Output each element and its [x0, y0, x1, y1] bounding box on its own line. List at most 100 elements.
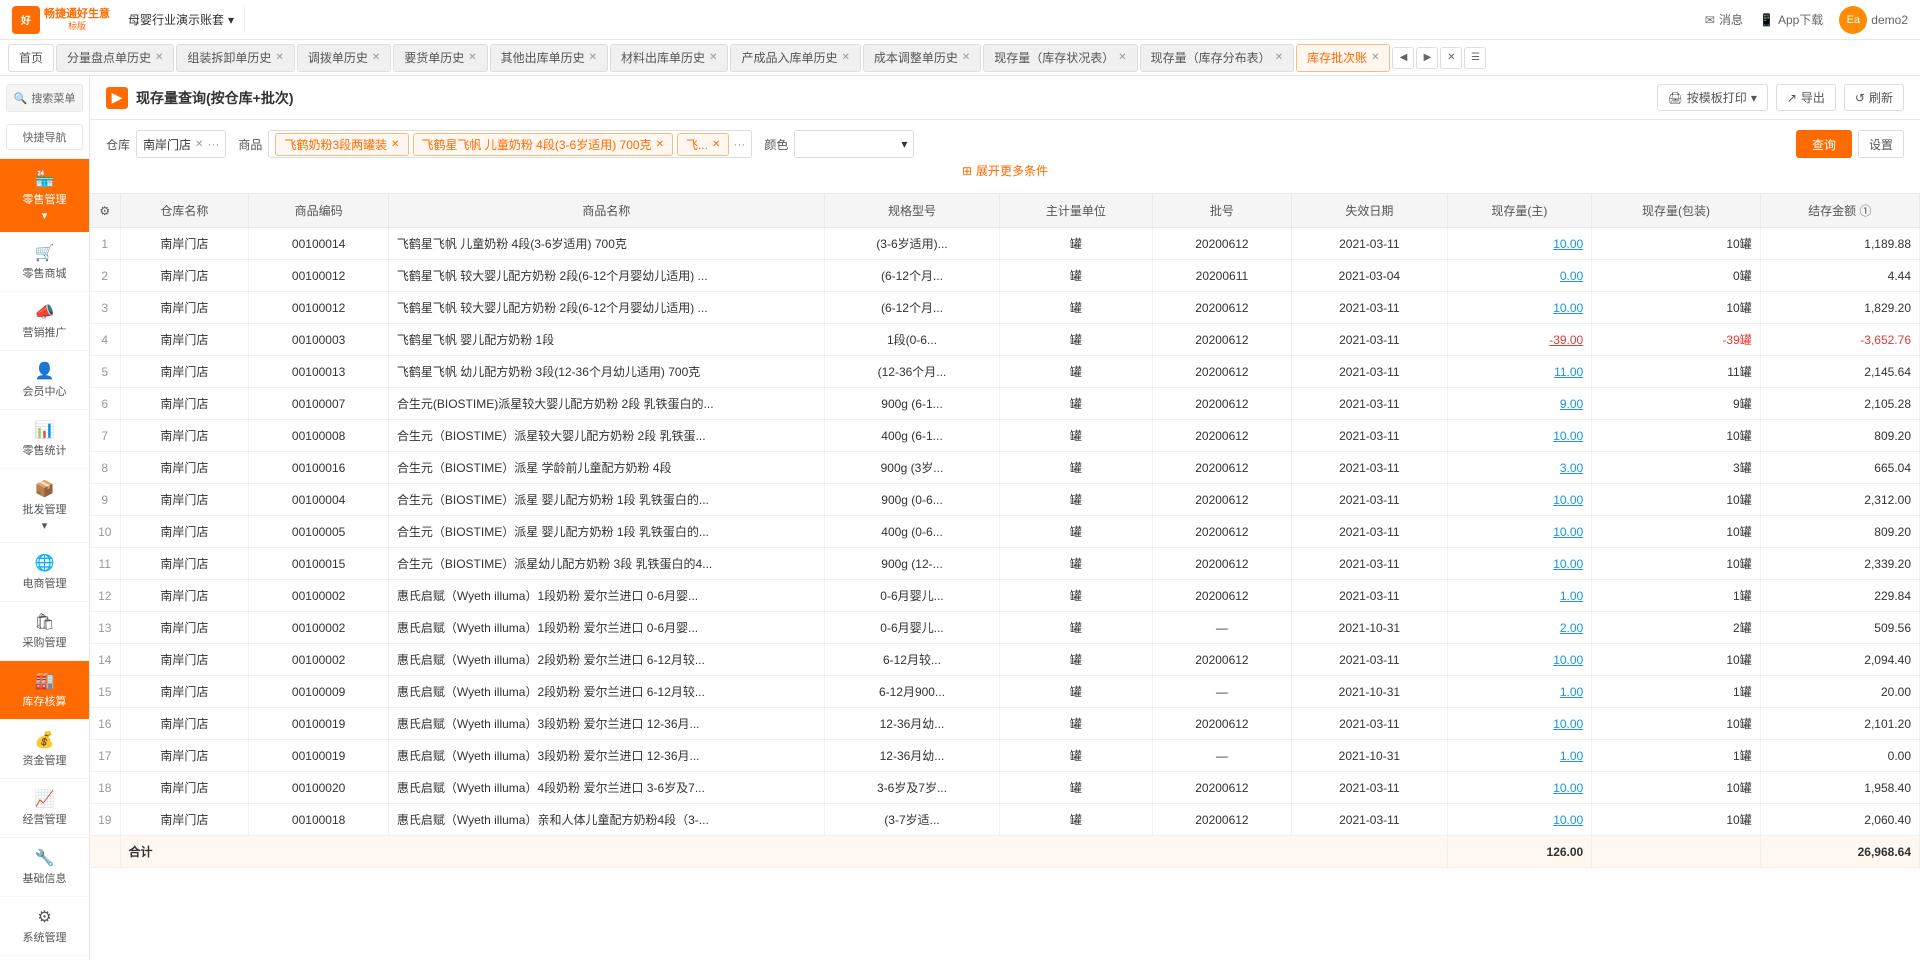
tab-menu-btn[interactable]: ☰ [1464, 47, 1486, 69]
row-qty-main[interactable]: 1.00 [1447, 580, 1592, 612]
close-icon[interactable]: ✕ [1371, 52, 1379, 63]
row-qty-main[interactable]: 0.00 [1447, 260, 1592, 292]
close-icon[interactable]: ✕ [468, 52, 476, 63]
row-qty-main[interactable]: 3.00 [1447, 452, 1592, 484]
row-qty-main[interactable]: 10.00 [1447, 548, 1592, 580]
warehouse-selector[interactable]: 南岸门店 ✕ ··· [136, 130, 226, 158]
tab-close-btn[interactable]: ✕ [1440, 47, 1462, 69]
qty-main-link[interactable]: 11.00 [1554, 365, 1583, 379]
tab-ku-cun-pi-ci[interactable]: 库存批次账 ✕ [1296, 44, 1390, 72]
sidebar-item-cai-gou[interactable]: 🛍 采购管理 [0, 602, 89, 661]
close-icon[interactable]: ✕ [962, 52, 970, 63]
row-qty-main[interactable]: 10.00 [1447, 484, 1592, 516]
app-download-btn[interactable]: 📱 App下载 [1759, 11, 1823, 28]
qty-main-link[interactable]: -39.00 [1549, 333, 1583, 347]
row-qty-main[interactable]: 1.00 [1447, 740, 1592, 772]
remove-tag-icon[interactable]: ✕ [656, 139, 664, 150]
qty-main-link[interactable]: 10.00 [1553, 525, 1583, 539]
product-tag-1[interactable]: 飞鹤奶粉3段两罐装 ✕ [275, 133, 408, 156]
tab-xian-cun-fen-bu[interactable]: 现存量（库存分布表） ✕ [1140, 44, 1294, 72]
product-tag-2[interactable]: 飞鹤星飞帆 儿童奶粉 4段(3-6岁适用) 700克 ✕ [413, 133, 673, 156]
tab-xian-cun-ku-zhuang[interactable]: 现存量（库存状况表） ✕ [983, 44, 1137, 72]
query-btn[interactable]: 查询 [1796, 130, 1852, 158]
sidebar-item-zi-jin[interactable]: 💰 资金管理 [0, 720, 89, 779]
color-selector[interactable]: ▾ [794, 130, 914, 158]
remove-tag-icon[interactable]: ✕ [712, 139, 720, 150]
remove-tag-icon[interactable]: ✕ [391, 139, 399, 150]
expand-sidebar-btn[interactable]: ▶ [106, 87, 128, 109]
close-icon[interactable]: ✕ [195, 139, 203, 150]
tab-next-btn[interactable]: ▶ [1416, 47, 1438, 69]
close-icon[interactable]: ✕ [155, 52, 163, 63]
sidebar-item-ling-shou-shang-cheng[interactable]: 🛒 零售商城 [0, 233, 89, 292]
row-qty-main[interactable]: 10.00 [1447, 772, 1592, 804]
close-icon[interactable]: ✕ [372, 52, 380, 63]
row-qty-main[interactable]: 10.00 [1447, 644, 1592, 676]
gear-icon[interactable]: ⚙ [99, 204, 110, 218]
sidebar-item-ling-shou-tong-ji[interactable]: 📊 零售统计 [0, 410, 89, 469]
close-icon[interactable]: ✕ [1118, 52, 1126, 63]
sidebar-item-pi-fa[interactable]: 📦 批发管理 ▾ [0, 469, 89, 543]
qty-main-link[interactable]: 10.00 [1553, 237, 1583, 251]
sidebar-item-jing-ying[interactable]: 📈 经营管理 [0, 779, 89, 838]
sidebar-item-ling-shou[interactable]: 🏪 零售管理 ▾ [0, 159, 89, 233]
qty-main-link[interactable]: 2.00 [1560, 621, 1583, 635]
tab-tiao-bo[interactable]: 调拨单历史 ✕ [297, 44, 391, 72]
sidebar-item-qi-ye-xie-tong[interactable]: 🤝 企业协同 [0, 956, 89, 960]
qty-main-link[interactable]: 10.00 [1553, 557, 1583, 571]
qty-main-link[interactable]: 1.00 [1560, 685, 1583, 699]
product-tag-3[interactable]: 飞... ✕ [677, 133, 729, 156]
qty-main-link[interactable]: 10.00 [1553, 493, 1583, 507]
tab-cheng-ben-tiao[interactable]: 成本调整单历史 ✕ [863, 44, 981, 72]
row-qty-main[interactable]: 10.00 [1447, 292, 1592, 324]
qty-main-link[interactable]: 10.00 [1553, 653, 1583, 667]
product-chips[interactable]: 飞鹤奶粉3段两罐装 ✕ 飞鹤星飞帆 儿童奶粉 4段(3-6岁适用) 700克 ✕… [268, 130, 752, 158]
row-qty-main[interactable]: 2.00 [1447, 612, 1592, 644]
qty-main-link[interactable]: 10.00 [1553, 813, 1583, 827]
qty-main-link[interactable]: 10.00 [1553, 781, 1583, 795]
tab-chan-pin-ru[interactable]: 产成品入库单历史 ✕ [730, 44, 860, 72]
row-qty-main[interactable]: 1.00 [1447, 676, 1592, 708]
user-area[interactable]: Ea demo2 [1839, 6, 1908, 34]
settings-btn[interactable]: 设置 [1858, 130, 1904, 158]
industry-selector[interactable]: 母婴行业演示账套 ▾ [118, 7, 245, 32]
qty-main-link[interactable]: 0.00 [1560, 269, 1583, 283]
sidebar-item-ji-chu[interactable]: 🔧 基础信息 [0, 838, 89, 897]
qty-main-link[interactable]: 10.00 [1553, 717, 1583, 731]
shortcut-btn[interactable]: 快捷导航 [6, 124, 83, 150]
row-qty-main[interactable]: 10.00 [1447, 516, 1592, 548]
messages-btn[interactable]: ✉ 消息 [1705, 11, 1743, 28]
qty-main-link[interactable]: 10.00 [1553, 429, 1583, 443]
tab-qi-ta-chu[interactable]: 其他出库单历史 ✕ [490, 44, 608, 72]
close-icon[interactable]: ✕ [589, 52, 597, 63]
expand-conditions-btn[interactable]: ⊞ 展开更多条件 [106, 158, 1904, 183]
print-btn[interactable]: 🖨 按模板打印 ▾ [1657, 84, 1768, 111]
row-qty-main[interactable]: 10.00 [1447, 420, 1592, 452]
refresh-btn[interactable]: ↺ 刷新 [1844, 84, 1904, 111]
close-icon[interactable]: ✕ [709, 52, 717, 63]
search-menu-btn[interactable]: 🔍 搜索菜单 [6, 84, 83, 112]
sidebar-item-dian-shang[interactable]: 🌐 电商管理 [0, 543, 89, 602]
row-qty-main[interactable]: -39.00 [1447, 324, 1592, 356]
row-qty-main[interactable]: 9.00 [1447, 388, 1592, 420]
sidebar-item-hui-yuan[interactable]: 👤 会员中心 [0, 351, 89, 410]
qty-main-link[interactable]: 1.00 [1560, 589, 1583, 603]
export-btn[interactable]: ↗ 导出 [1776, 84, 1836, 111]
qty-main-link[interactable]: 9.00 [1560, 397, 1583, 411]
row-qty-main[interactable]: 10.00 [1447, 708, 1592, 740]
tab-cai-liao-chu[interactable]: 材料出库单历史 ✕ [610, 44, 728, 72]
row-qty-main[interactable]: 11.00 [1447, 356, 1592, 388]
close-icon[interactable]: ✕ [841, 52, 849, 63]
tab-fen-pan[interactable]: 分量盘点单历史 ✕ [56, 44, 174, 72]
sidebar-item-ying-xiao[interactable]: 📣 营销推广 [0, 292, 89, 351]
sidebar-item-ku-cun[interactable]: 🏭 库存核算 [0, 661, 89, 720]
tab-yao-huo[interactable]: 要货单历史 ✕ [393, 44, 487, 72]
tab-prev-btn[interactable]: ◀ [1392, 47, 1414, 69]
row-qty-main[interactable]: 10.00 [1447, 804, 1592, 836]
close-icon[interactable]: ✕ [1275, 52, 1283, 63]
qty-main-link[interactable]: 10.00 [1553, 301, 1583, 315]
tab-home[interactable]: 首页 [8, 44, 54, 72]
close-icon[interactable]: ✕ [275, 52, 283, 63]
qty-main-link[interactable]: 1.00 [1560, 749, 1583, 763]
row-qty-main[interactable]: 10.00 [1447, 228, 1592, 260]
